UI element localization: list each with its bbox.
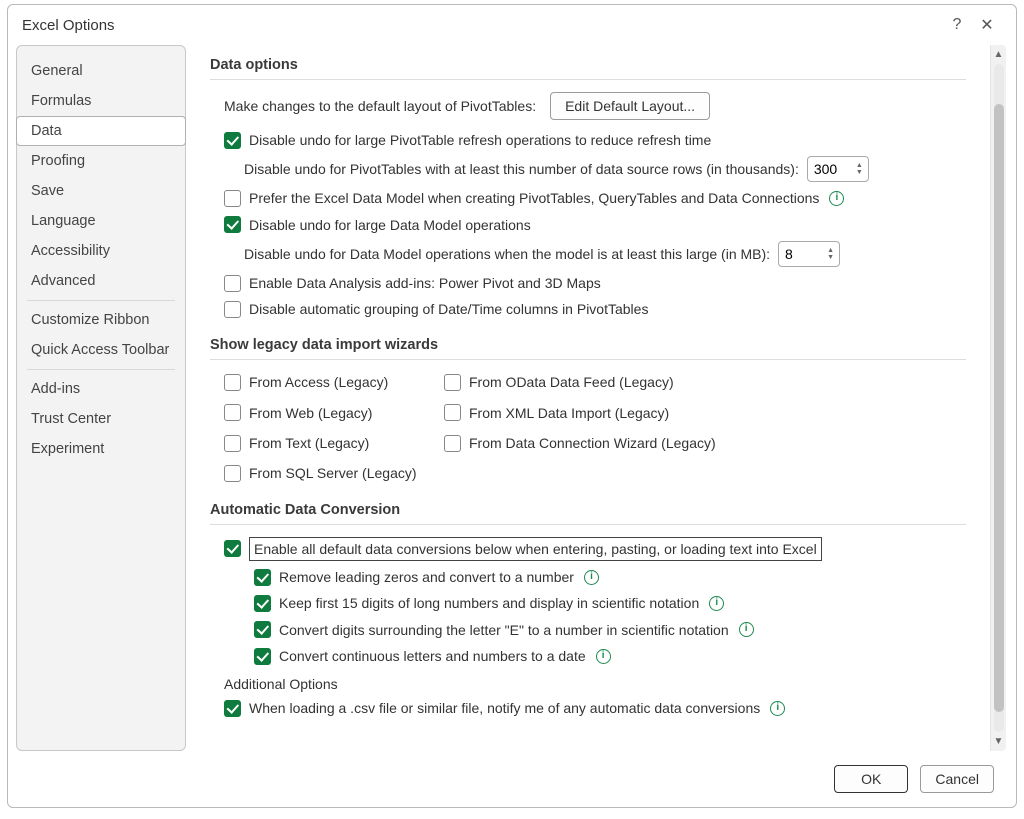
label-prefer-data-model: Prefer the Excel Data Model when creatin…: [249, 188, 819, 208]
label-enable-analysis-addins: Enable Data Analysis add-ins: Power Pivo…: [249, 273, 601, 293]
close-icon[interactable]: ✕: [972, 15, 1002, 35]
label-from-xml: From XML Data Import (Legacy): [469, 403, 669, 423]
sidebar-item-language[interactable]: Language: [17, 206, 185, 236]
info-icon[interactable]: i: [709, 596, 724, 611]
sidebar-separator: [27, 369, 175, 370]
label-from-sql: From SQL Server (Legacy): [249, 463, 417, 483]
sidebar-item-addins[interactable]: Add-ins: [17, 374, 185, 404]
input-undo-threshold-mb-field[interactable]: [779, 246, 825, 262]
checkbox-from-text[interactable]: [224, 435, 241, 452]
checkbox-convert-e-notation[interactable]: [254, 621, 271, 638]
label-from-web: From Web (Legacy): [249, 403, 372, 423]
sidebar-item-quick-access[interactable]: Quick Access Toolbar: [17, 335, 185, 365]
label-disable-auto-grouping: Disable automatic grouping of Date/Time …: [249, 299, 648, 319]
main-content: Data options Make changes to the default…: [186, 45, 990, 751]
sidebar-separator: [27, 300, 175, 301]
label-notify-csv: When loading a .csv file or similar file…: [249, 698, 760, 718]
info-icon[interactable]: i: [739, 622, 754, 637]
checkbox-prefer-data-model[interactable]: [224, 190, 241, 207]
label-keep-15-digits: Keep first 15 digits of long numbers and…: [279, 593, 699, 613]
divider: [210, 79, 966, 80]
checkbox-from-web[interactable]: [224, 404, 241, 421]
checkbox-from-sql[interactable]: [224, 465, 241, 482]
edit-default-layout-button[interactable]: Edit Default Layout...: [550, 92, 710, 120]
sidebar-item-save[interactable]: Save: [17, 176, 185, 206]
sidebar: General Formulas Data Proofing Save Lang…: [16, 45, 186, 751]
label-undo-threshold-mb: Disable undo for Data Model operations w…: [244, 244, 770, 264]
checkbox-enable-analysis-addins[interactable]: [224, 275, 241, 292]
dialog-footer: OK Cancel: [8, 751, 1016, 807]
divider: [210, 524, 966, 525]
label-from-odata: From OData Data Feed (Legacy): [469, 372, 674, 392]
label-convert-e-notation: Convert digits surrounding the letter "E…: [279, 620, 729, 640]
checkbox-remove-leading-zeros[interactable]: [254, 569, 271, 586]
info-icon[interactable]: i: [584, 570, 599, 585]
info-icon[interactable]: i: [829, 191, 844, 206]
checkbox-disable-auto-grouping[interactable]: [224, 301, 241, 318]
sidebar-item-experiment[interactable]: Experiment: [17, 434, 185, 464]
cancel-button[interactable]: Cancel: [920, 765, 994, 793]
sidebar-item-formulas[interactable]: Formulas: [17, 86, 185, 116]
excel-options-dialog: Excel Options ? ✕ General Formulas Data …: [7, 4, 1017, 808]
scrollbar-thumb[interactable]: [994, 104, 1004, 712]
label-additional-options: Additional Options: [224, 676, 966, 692]
checkbox-enable-all-conversions[interactable]: [224, 540, 241, 557]
help-icon[interactable]: ?: [942, 16, 972, 34]
label-enable-all-conversions: Enable all default data conversions belo…: [249, 537, 822, 561]
checkbox-disable-undo-datamodel[interactable]: [224, 216, 241, 233]
info-icon[interactable]: i: [770, 701, 785, 716]
input-undo-threshold-rows-field[interactable]: [808, 161, 854, 177]
checkbox-from-dcw[interactable]: [444, 435, 461, 452]
label-disable-undo-datamodel: Disable undo for large Data Model operat…: [249, 215, 531, 235]
checkbox-from-xml[interactable]: [444, 404, 461, 421]
checkbox-from-access[interactable]: [224, 374, 241, 391]
label-from-access: From Access (Legacy): [249, 372, 388, 392]
checkbox-convert-date[interactable]: [254, 648, 271, 665]
section-auto-conversion: Automatic Data Conversion: [210, 502, 966, 518]
info-icon[interactable]: i: [596, 649, 611, 664]
input-undo-threshold-mb[interactable]: ▲▼: [778, 241, 840, 267]
label-from-text: From Text (Legacy): [249, 433, 369, 453]
spinner-icon[interactable]: ▲▼: [825, 247, 839, 261]
checkbox-keep-15-digits[interactable]: [254, 595, 271, 612]
sidebar-item-proofing[interactable]: Proofing: [17, 146, 185, 176]
sidebar-item-customize-ribbon[interactable]: Customize Ribbon: [17, 305, 185, 335]
label-undo-threshold-rows: Disable undo for PivotTables with at lea…: [244, 159, 799, 179]
checkbox-from-odata[interactable]: [444, 374, 461, 391]
checkbox-disable-undo-pivot[interactable]: [224, 132, 241, 149]
label-convert-date: Convert continuous letters and numbers t…: [279, 646, 586, 666]
section-data-options: Data options: [210, 57, 966, 73]
sidebar-item-data[interactable]: Data: [16, 116, 186, 146]
scroll-up-icon[interactable]: ▲: [994, 49, 1004, 60]
sidebar-item-advanced[interactable]: Advanced: [17, 266, 185, 296]
scroll-down-icon[interactable]: ▼: [994, 736, 1004, 747]
divider: [210, 359, 966, 360]
ok-button[interactable]: OK: [834, 765, 908, 793]
pivot-layout-label: Make changes to the default layout of Pi…: [224, 98, 536, 114]
dialog-title: Excel Options: [22, 17, 115, 34]
spinner-icon[interactable]: ▲▼: [854, 162, 868, 176]
sidebar-item-accessibility[interactable]: Accessibility: [17, 236, 185, 266]
checkbox-notify-csv[interactable]: [224, 700, 241, 717]
sidebar-item-trust-center[interactable]: Trust Center: [17, 404, 185, 434]
label-from-dcw: From Data Connection Wizard (Legacy): [469, 433, 716, 453]
label-disable-undo-pivot: Disable undo for large PivotTable refres…: [249, 130, 711, 150]
label-remove-leading-zeros: Remove leading zeros and convert to a nu…: [279, 567, 574, 587]
titlebar: Excel Options ? ✕: [8, 5, 1016, 45]
scrollbar[interactable]: ▲ ▼: [990, 45, 1006, 751]
scrollbar-track[interactable]: [994, 64, 1004, 732]
section-legacy-wizards: Show legacy data import wizards: [210, 337, 966, 353]
input-undo-threshold-rows[interactable]: ▲▼: [807, 156, 869, 182]
sidebar-item-general[interactable]: General: [17, 56, 185, 86]
